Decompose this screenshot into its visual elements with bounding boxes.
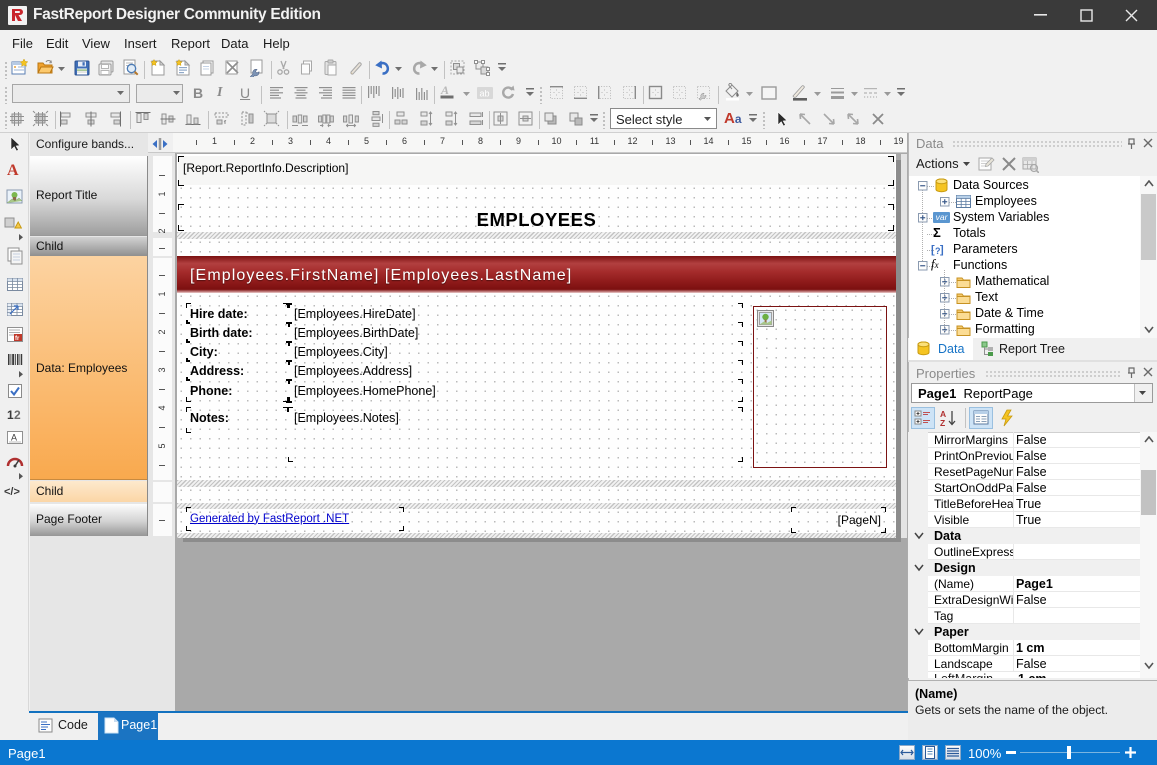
svg-text:2: 2 bbox=[157, 228, 167, 233]
svg-text:A: A bbox=[11, 433, 17, 443]
svg-text:1: 1 bbox=[157, 191, 167, 196]
svg-text:Z: Z bbox=[940, 418, 945, 427]
svg-text:fr: fr bbox=[15, 336, 20, 342]
svg-text:2: 2 bbox=[14, 408, 21, 422]
svg-text:?: ? bbox=[935, 246, 941, 256]
svg-text:4: 4 bbox=[157, 405, 167, 410]
svg-text:5: 5 bbox=[157, 443, 167, 448]
svg-text:ab: ab bbox=[480, 89, 490, 99]
svg-text:1: 1 bbox=[157, 291, 167, 296]
svg-text:2: 2 bbox=[157, 329, 167, 334]
svg-text:3: 3 bbox=[157, 367, 167, 372]
svg-text:]: ] bbox=[940, 244, 944, 256]
svg-text:1: 1 bbox=[7, 408, 14, 422]
svg-text:A: A bbox=[440, 83, 449, 97]
